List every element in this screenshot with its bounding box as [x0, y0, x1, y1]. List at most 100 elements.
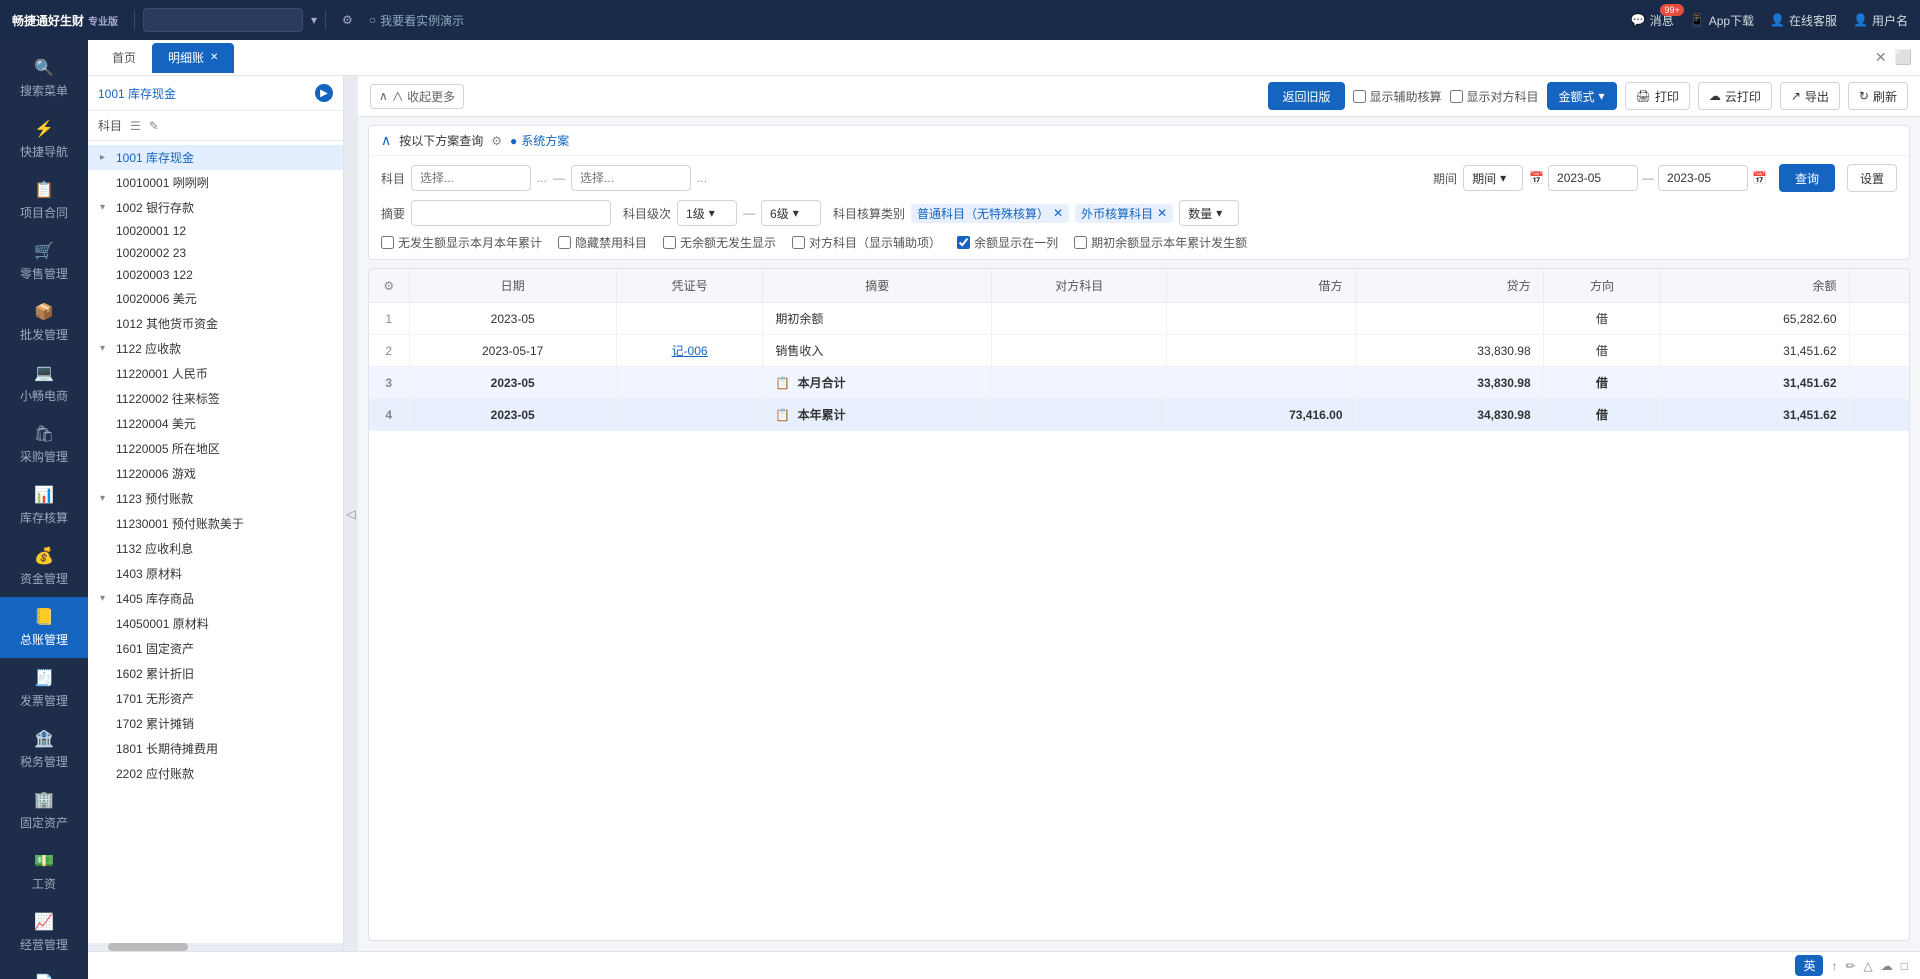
- status-icon-5[interactable]: □: [1901, 959, 1908, 973]
- tab-close-window-icon[interactable]: ✕: [1875, 49, 1887, 66]
- tree-item-10020002[interactable]: 10020002 23: [88, 242, 343, 264]
- check-balance-col[interactable]: 余额显示在一列: [957, 234, 1058, 251]
- status-icon-4[interactable]: ☁: [1881, 959, 1893, 973]
- query-settings-icon[interactable]: ⚙: [491, 134, 502, 148]
- tree-item-1012[interactable]: 1012 其他货币资金: [88, 311, 343, 336]
- check-init-balance-input[interactable]: [1074, 236, 1087, 249]
- query-search-btn[interactable]: 查询: [1779, 164, 1835, 192]
- edit-view-icon[interactable]: ✎: [149, 119, 159, 133]
- check-no-amount-input[interactable]: [381, 236, 394, 249]
- table-settings-icon[interactable]: ⚙: [383, 279, 394, 293]
- sidebar-item-ecommerce[interactable]: 💻 小畅电商: [0, 353, 88, 414]
- quantity-select[interactable]: 数量 ▾: [1179, 200, 1239, 226]
- tree-item-11220005[interactable]: 11220005 所在地区: [88, 436, 343, 461]
- subject-input2[interactable]: [571, 165, 691, 191]
- period-from-input[interactable]: [1548, 165, 1638, 191]
- tree-item-1701[interactable]: 1701 无形资产: [88, 686, 343, 711]
- check-hide-disabled-input[interactable]: [558, 236, 571, 249]
- show-aux-check[interactable]: 显示辅助核算: [1353, 88, 1442, 105]
- back-old-btn[interactable]: 返回旧版: [1268, 82, 1344, 110]
- account-tree[interactable]: ▸ 1001 库存现金 10010001 咧咧咧 ▾ 1002 银行存款 100…: [88, 141, 343, 943]
- period-type-select[interactable]: 期间 ▾: [1463, 165, 1523, 191]
- level-from-select[interactable]: 1级 ▾: [677, 200, 737, 226]
- show-opposite-checkbox[interactable]: [1450, 90, 1463, 103]
- tag-ordinary[interactable]: 普通科目（无特殊核算） ✕: [911, 204, 1069, 223]
- tree-item-1001[interactable]: ▸ 1001 库存现金: [88, 145, 343, 170]
- tree-item-1601[interactable]: 1601 固定资产: [88, 636, 343, 661]
- sidebar-item-operation[interactable]: 📈 经营管理: [0, 902, 88, 963]
- check-no-balance[interactable]: 无余额无发生显示: [663, 234, 776, 251]
- check-opposite-input[interactable]: [792, 236, 805, 249]
- tree-item-1132[interactable]: 1132 应收利息: [88, 536, 343, 561]
- sidebar-item-payroll[interactable]: 💵 工资: [0, 841, 88, 902]
- query-collapse-icon[interactable]: ∧: [381, 132, 391, 149]
- tab-home[interactable]: 首页: [96, 43, 152, 73]
- sidebar-item-quicknav[interactable]: ⚡ 快捷导航: [0, 109, 88, 170]
- check-no-balance-input[interactable]: [663, 236, 676, 249]
- status-icon-1[interactable]: ↑: [1831, 959, 1837, 973]
- tab-close-icon[interactable]: ✕: [210, 52, 218, 63]
- sidebar-item-project[interactable]: 📋 项目合同: [0, 170, 88, 231]
- sidebar-item-fixedassets[interactable]: 🏢 固定资产: [0, 780, 88, 841]
- sidebar-item-tax[interactable]: 🏦 税务管理: [0, 719, 88, 780]
- query-scheme-name[interactable]: ● 系统方案: [510, 132, 569, 149]
- th-settings[interactable]: ⚙: [369, 269, 409, 303]
- format-btn[interactable]: 金额式 ▾: [1547, 82, 1617, 110]
- user-menu-btn[interactable]: 👤 用户名: [1853, 12, 1908, 29]
- demo-btn[interactable]: ○ 我要看实例演示: [369, 12, 464, 29]
- tree-item-1403[interactable]: 1403 原材料: [88, 561, 343, 586]
- show-aux-checkbox[interactable]: [1353, 90, 1366, 103]
- subject-input[interactable]: [411, 165, 531, 191]
- check-balance-col-input[interactable]: [957, 236, 970, 249]
- status-icon-3[interactable]: △: [1864, 959, 1873, 973]
- level-to-select[interactable]: 6级 ▾: [761, 200, 821, 226]
- sidebar-item-ledger[interactable]: 📒 总账管理: [0, 597, 88, 658]
- check-opposite[interactable]: 对方科目（显示辅助项）: [792, 234, 941, 251]
- top-search-input[interactable]: [143, 8, 303, 32]
- status-icon-2[interactable]: ✏: [1845, 959, 1855, 973]
- tag-foreign-close[interactable]: ✕: [1157, 206, 1167, 220]
- filter-more-btn[interactable]: ∧ ∧ 收起更多: [370, 84, 464, 109]
- tree-item-1702[interactable]: 1702 累计摊销: [88, 711, 343, 736]
- message-btn[interactable]: 💬 消息 99+: [1631, 12, 1674, 29]
- check-init-balance[interactable]: 期初余额显示本年累计发生额: [1074, 234, 1247, 251]
- tree-item-10010001[interactable]: 10010001 咧咧咧: [88, 170, 343, 195]
- period-to-input[interactable]: [1658, 165, 1748, 191]
- sidebar-item-invoice[interactable]: 🧾 发票管理: [0, 658, 88, 719]
- tree-item-14050001[interactable]: 14050001 原材料: [88, 611, 343, 636]
- tag-foreign[interactable]: 外币核算科目 ✕: [1075, 204, 1173, 223]
- tree-item-1602[interactable]: 1602 累计折旧: [88, 661, 343, 686]
- export-btn[interactable]: ↗ 导出: [1780, 82, 1840, 110]
- sidebar-item-wholesale[interactable]: 📦 批发管理: [0, 292, 88, 353]
- tree-item-1002[interactable]: ▾ 1002 银行存款: [88, 195, 343, 220]
- list-view-icon[interactable]: ☰: [130, 119, 141, 133]
- settings-nav[interactable]: ⚙: [342, 13, 353, 27]
- tree-item-10020003[interactable]: 10020003 122: [88, 264, 343, 286]
- tab-maximize-icon[interactable]: ⬜: [1895, 49, 1912, 66]
- sidebar-item-retail[interactable]: 🛒 零售管理: [0, 231, 88, 292]
- tab-ledger-detail[interactable]: 明细账 ✕: [152, 43, 234, 73]
- tree-item-1122[interactable]: ▾ 1122 应收款: [88, 336, 343, 361]
- tree-item-11220004[interactable]: 11220004 美元: [88, 411, 343, 436]
- check-no-amount[interactable]: 无发生额显示本月本年累计: [381, 234, 542, 251]
- print-btn[interactable]: 🖨 打印: [1625, 82, 1690, 110]
- voucher-link[interactable]: 记-006: [672, 344, 708, 358]
- tree-item-11220001[interactable]: 11220001 人民币: [88, 361, 343, 386]
- tree-item-11220002[interactable]: 11220002 往来标签: [88, 386, 343, 411]
- lang-switch-btn[interactable]: 英: [1795, 955, 1823, 976]
- tree-item-10020006[interactable]: 10020006 美元: [88, 286, 343, 311]
- online-service-btn[interactable]: 👤 在线客服: [1770, 12, 1837, 29]
- cloud-print-btn[interactable]: ☁ 云打印: [1698, 82, 1772, 110]
- tree-item-1405[interactable]: ▾ 1405 库存商品: [88, 586, 343, 611]
- tree-item-11220006[interactable]: 11220006 游戏: [88, 461, 343, 486]
- tree-item-10020001[interactable]: 10020001 12: [88, 220, 343, 242]
- tree-item-1123[interactable]: ▾ 1123 预付账款: [88, 486, 343, 511]
- sidebar-item-sales[interactable]: 📄 小畅报销: [0, 963, 88, 979]
- refresh-btn[interactable]: ↻ 刷新: [1848, 82, 1908, 110]
- sidebar-item-purchase[interactable]: 🛍 采购管理: [0, 414, 88, 475]
- tree-item-1801[interactable]: 1801 长期待摊费用: [88, 736, 343, 761]
- summary-input[interactable]: [411, 200, 611, 226]
- account-nav-arrow[interactable]: ▶: [315, 84, 333, 102]
- side-expand-btn[interactable]: ◁: [344, 76, 358, 951]
- tag-ordinary-close[interactable]: ✕: [1053, 206, 1063, 220]
